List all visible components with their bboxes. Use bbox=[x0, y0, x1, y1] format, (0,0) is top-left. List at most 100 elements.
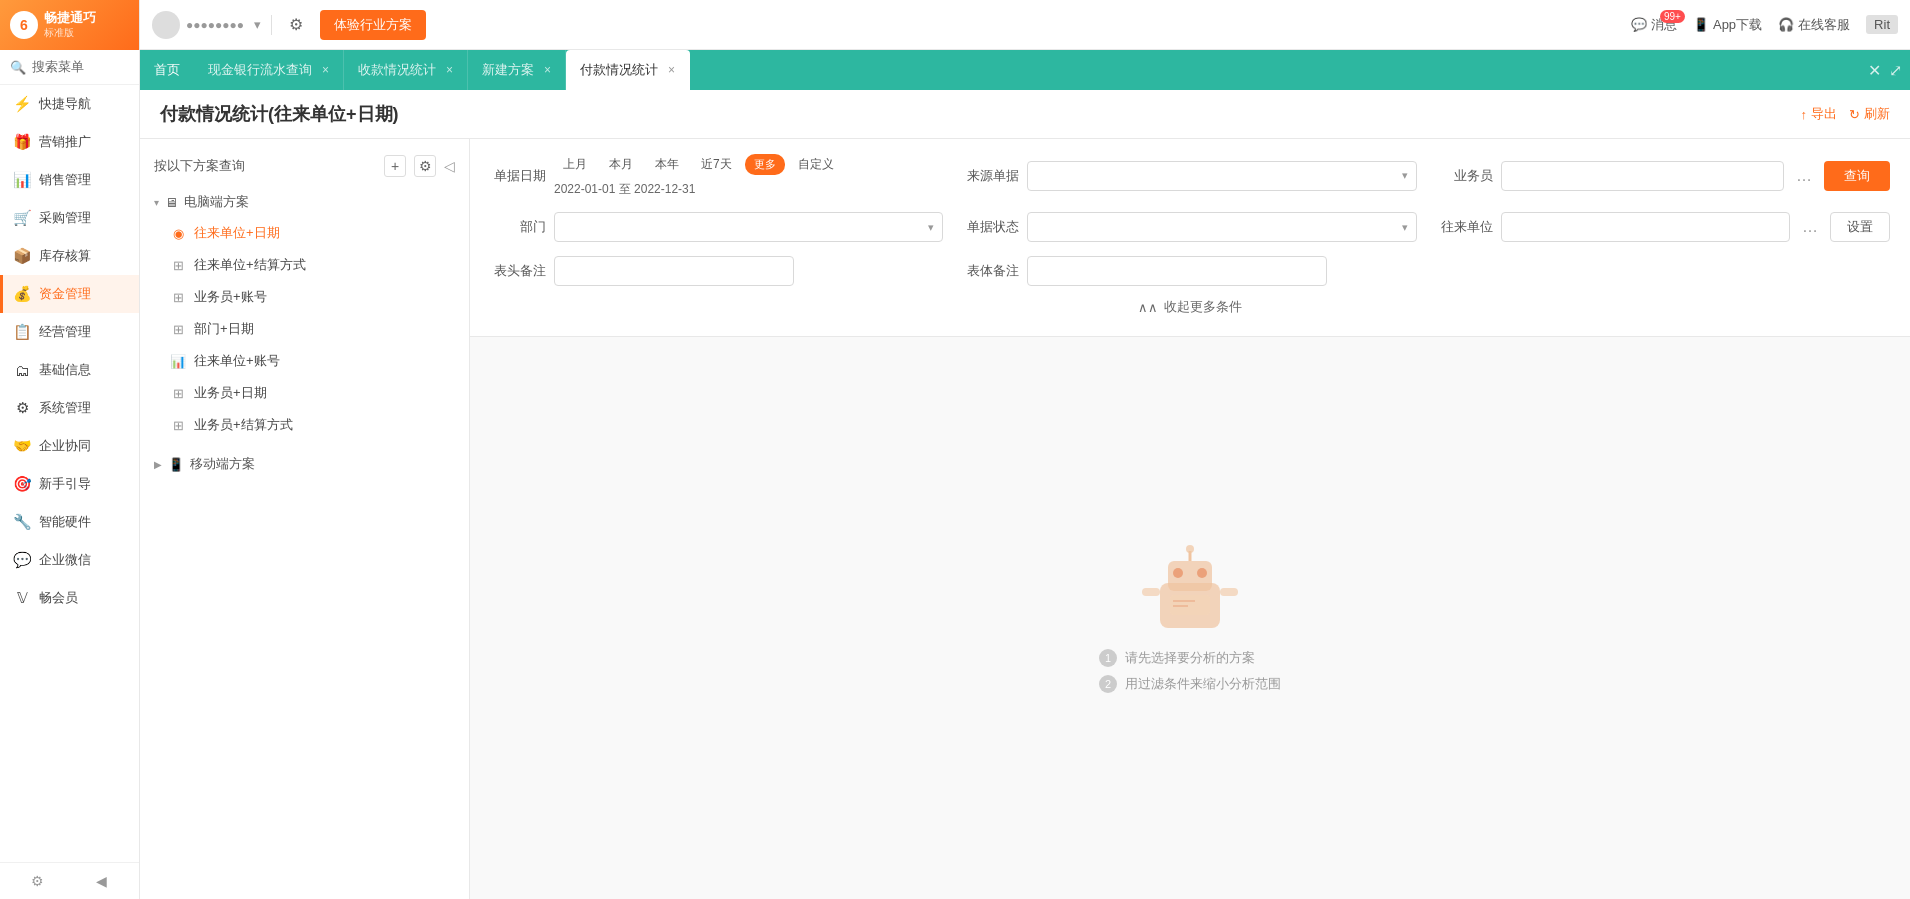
scheme-group-mobile-title[interactable]: ▶ 📱 移动端方案 bbox=[140, 449, 469, 479]
scheme-item-dept-date[interactable]: ⊞ 部门+日期 bbox=[140, 313, 469, 345]
sidebar-item-enterprise[interactable]: 🤝 企业协同 bbox=[0, 427, 139, 465]
empty-robot-icon bbox=[1140, 543, 1240, 633]
export-label: 导出 bbox=[1811, 105, 1837, 123]
filter-area: 单据日期 上月 本月 本年 近7天 更多 自定义 20 bbox=[470, 139, 1910, 337]
counterpart-input[interactable] bbox=[1501, 212, 1790, 242]
sidebar-item-marketing[interactable]: 🎁 营销推广 bbox=[0, 123, 139, 161]
counterpart-ellipsis[interactable]: … bbox=[1798, 218, 1822, 236]
filter-date-options: 上月 本月 本年 近7天 更多 自定义 bbox=[554, 153, 843, 176]
scheme-settings-btn[interactable]: ⚙ bbox=[414, 155, 436, 177]
sidebar-footer-collapse[interactable]: ◀ bbox=[74, 873, 130, 889]
date-option-last-month[interactable]: 上月 bbox=[554, 153, 596, 176]
filter-salesman-field: 业务员 … 查询 bbox=[1437, 161, 1890, 191]
scheme-item-salesman-account[interactable]: ⊞ 业务员+账号 bbox=[140, 281, 469, 313]
tab-new-scheme[interactable]: 新建方案 × bbox=[468, 50, 566, 90]
date-option-this-year[interactable]: 本年 bbox=[646, 153, 688, 176]
scheme-item-counterpart-account[interactable]: 📊 往来单位+账号 bbox=[140, 345, 469, 377]
page-body: 按以下方案查询 + ⚙ ◁ ▾ 🖥 bbox=[140, 139, 1910, 899]
dept-select[interactable]: ▾ bbox=[554, 212, 943, 242]
online-service-label: 在线客服 bbox=[1798, 16, 1850, 34]
scheme-item-label: 业务员+日期 bbox=[194, 384, 267, 402]
sidebar-item-hardware[interactable]: 🔧 智能硬件 bbox=[0, 503, 139, 541]
scheme-item-salesman-date[interactable]: ⊞ 业务员+日期 bbox=[140, 377, 469, 409]
sidebar-footer-settings[interactable]: ⚙ bbox=[10, 873, 66, 889]
notification-btn[interactable]: 💬 消息 99+ bbox=[1631, 16, 1677, 34]
sidebar-item-system[interactable]: ⚙ 系统管理 bbox=[0, 389, 139, 427]
tab-close-icon[interactable]: × bbox=[446, 64, 453, 76]
quick-nav-icon: ⚡ bbox=[13, 95, 31, 113]
sidebar-item-purchase[interactable]: 🛒 采购管理 bbox=[0, 199, 139, 237]
header-note-label: 表头备注 bbox=[490, 262, 546, 280]
refresh-btn[interactable]: ↻ 刷新 bbox=[1849, 105, 1890, 123]
source-doc-select[interactable]: ▾ bbox=[1027, 161, 1416, 191]
tab-close-icon[interactable]: × bbox=[668, 64, 675, 76]
scheme-item-salesman-settle[interactable]: ⊞ 业务员+结算方式 bbox=[140, 409, 469, 441]
settings-icon: ⚙ bbox=[419, 158, 432, 174]
sidebar-item-inventory[interactable]: 📦 库存核算 bbox=[0, 237, 139, 275]
tab-close-all-btn[interactable]: ✕ bbox=[1868, 61, 1881, 80]
tip-num-2: 2 bbox=[1099, 675, 1117, 693]
refresh-label: 刷新 bbox=[1864, 105, 1890, 123]
topbar-dropdown-icon[interactable]: ▾ bbox=[254, 17, 261, 32]
sidebar-search[interactable]: 🔍 搜索菜单 bbox=[0, 50, 139, 85]
phone-icon: 📱 bbox=[1693, 17, 1709, 32]
filter-source-doc-field: 来源单据 ▾ bbox=[963, 161, 1416, 191]
operation-icon: 📋 bbox=[13, 323, 31, 341]
sidebar-item-label: 经营管理 bbox=[39, 323, 91, 341]
marketing-icon: 🎁 bbox=[13, 133, 31, 151]
tab-collection-stats[interactable]: 收款情况统计 × bbox=[344, 50, 468, 90]
body-note-label: 表体备注 bbox=[963, 262, 1019, 280]
filter-body-note-field: 表体备注 bbox=[963, 256, 1416, 286]
date-option-7days[interactable]: 近7天 bbox=[692, 153, 741, 176]
app-download-btn[interactable]: 📱 App下载 bbox=[1693, 16, 1762, 34]
sidebar-item-finance[interactable]: 💰 资金管理 bbox=[0, 275, 139, 313]
topbar-settings-btn[interactable]: ⚙ bbox=[282, 11, 310, 39]
sidebar-item-guide[interactable]: 🎯 新手引导 bbox=[0, 465, 139, 503]
sidebar-item-operation[interactable]: 📋 经营管理 bbox=[0, 313, 139, 351]
scheme-item-counterpart-date[interactable]: ◉ 往来单位+日期 bbox=[140, 217, 469, 249]
online-service-btn[interactable]: 🎧 在线客服 bbox=[1778, 16, 1850, 34]
body-note-input[interactable] bbox=[1027, 256, 1327, 286]
salesman-input[interactable] bbox=[1501, 161, 1784, 191]
settings-btn[interactable]: 设置 bbox=[1830, 212, 1890, 242]
sidebar-item-quick-nav[interactable]: ⚡ 快捷导航 bbox=[0, 85, 139, 123]
logo-badge: 标准版 bbox=[44, 26, 96, 40]
date-option-custom[interactable]: 自定义 bbox=[789, 153, 843, 176]
query-btn[interactable]: 查询 bbox=[1824, 161, 1890, 191]
export-btn[interactable]: ↑ 导出 bbox=[1801, 105, 1838, 123]
collapse-up-icon: ∧∧ bbox=[1138, 300, 1158, 315]
guide-icon: 🎯 bbox=[13, 475, 31, 493]
add-scheme-btn[interactable]: + bbox=[384, 155, 406, 177]
empty-state-area: 1 请先选择要分析的方案 2 用过滤条件来缩小分析范围 bbox=[470, 337, 1910, 899]
tab-close-icon[interactable]: × bbox=[544, 64, 551, 76]
collapse-icon: ◀ bbox=[96, 873, 107, 889]
tab-close-icon[interactable]: × bbox=[322, 64, 329, 76]
sidebar-item-sales[interactable]: 📊 销售管理 bbox=[0, 161, 139, 199]
tip-text-1: 请先选择要分析的方案 bbox=[1125, 649, 1255, 667]
filter-doc-status-field: 单据状态 ▾ bbox=[963, 212, 1416, 242]
scheme-item-counterpart-settle[interactable]: ⊞ 往来单位+结算方式 bbox=[140, 249, 469, 281]
scheme-group-desktop-title[interactable]: ▾ 🖥 电脑端方案 bbox=[140, 187, 469, 217]
filter-row-1: 单据日期 上月 本月 本年 近7天 更多 自定义 20 bbox=[490, 153, 1890, 198]
tab-maximize-btn[interactable]: ⤢ bbox=[1889, 61, 1902, 80]
sidebar-item-label: 采购管理 bbox=[39, 209, 91, 227]
salesman-ellipsis[interactable]: … bbox=[1792, 167, 1816, 185]
collapse-more-btn[interactable]: ∧∧ 收起更多条件 bbox=[490, 292, 1890, 322]
date-option-this-month[interactable]: 本月 bbox=[600, 153, 642, 176]
sidebar-item-basic[interactable]: 🗂 基础信息 bbox=[0, 351, 139, 389]
sidebar-item-member[interactable]: 𝕍 畅会员 bbox=[0, 579, 139, 617]
header-note-input[interactable] bbox=[554, 256, 794, 286]
panel-collapse-btn[interactable]: ◁ bbox=[444, 158, 455, 174]
doc-status-select[interactable]: ▾ bbox=[1027, 212, 1416, 242]
topbar-username[interactable]: Rit bbox=[1866, 15, 1898, 34]
tab-home[interactable]: 首页 bbox=[140, 50, 194, 90]
date-option-more[interactable]: 更多 bbox=[745, 154, 785, 175]
tab-bank-flow[interactable]: 现金银行流水查询 × bbox=[194, 50, 344, 90]
trial-btn[interactable]: 体验行业方案 bbox=[320, 10, 426, 40]
scheme-item-icon-4: 📊 bbox=[170, 353, 186, 369]
query-panel: 按以下方案查询 + ⚙ ◁ ▾ 🖥 bbox=[140, 139, 470, 899]
member-icon: 𝕍 bbox=[13, 589, 31, 607]
sidebar-item-wechat[interactable]: 💬 企业微信 bbox=[0, 541, 139, 579]
tab-payment-stats[interactable]: 付款情况统计 × bbox=[566, 50, 690, 90]
mobile-group-icon: 📱 bbox=[168, 457, 184, 472]
